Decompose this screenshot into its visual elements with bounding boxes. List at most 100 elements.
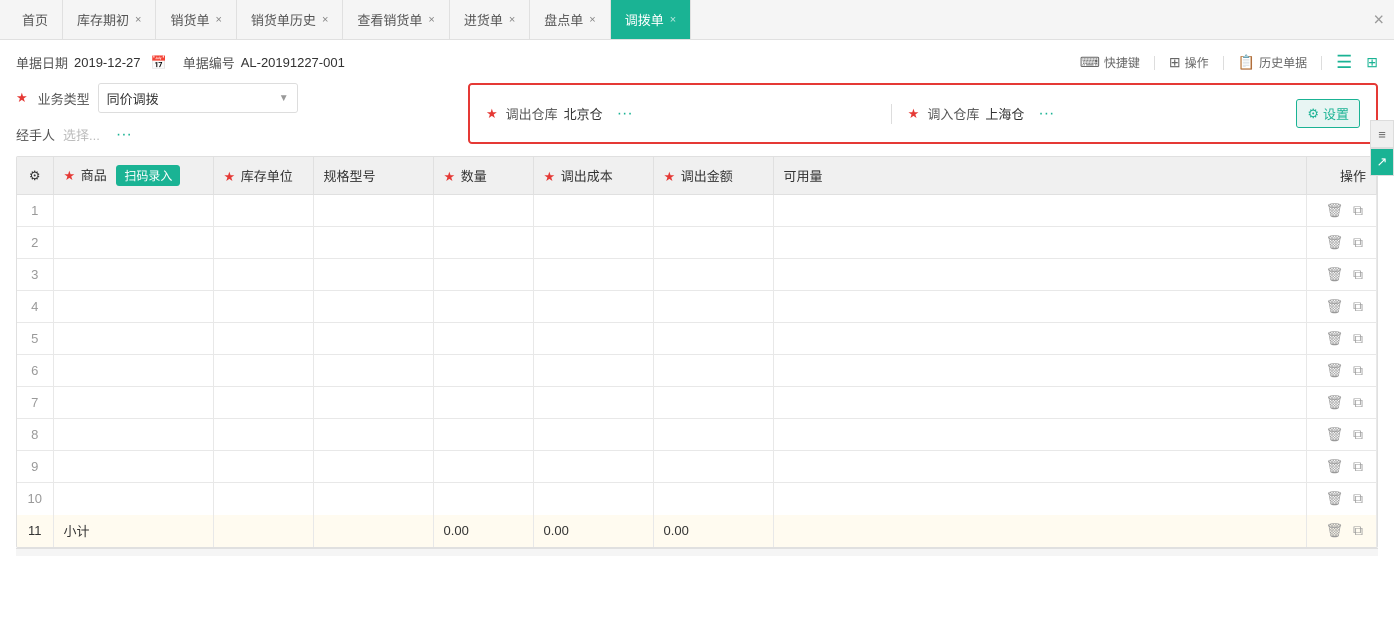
operations-button[interactable]: ⊞ 操作 xyxy=(1169,54,1209,71)
cost-cell[interactable] xyxy=(533,451,653,483)
available-cell[interactable] xyxy=(773,483,1307,515)
cost-cell[interactable] xyxy=(533,259,653,291)
qty-cell[interactable] xyxy=(433,291,533,323)
copy-icon[interactable]: ⧉ xyxy=(1353,522,1363,538)
out-warehouse-value[interactable]: 北京仓 xyxy=(564,104,603,123)
in-warehouse-value[interactable]: 上海仓 xyxy=(985,104,1024,123)
amount-cell[interactable] xyxy=(653,291,773,323)
copy-row-icon[interactable]: ⧉ xyxy=(1353,362,1363,378)
unit-cell[interactable] xyxy=(213,387,313,419)
qty-cell[interactable] xyxy=(433,227,533,259)
copy-row-icon[interactable]: ⧉ xyxy=(1353,458,1363,474)
available-cell[interactable] xyxy=(773,419,1307,451)
qty-cell[interactable] xyxy=(433,451,533,483)
person-more-icon[interactable]: ··· xyxy=(116,126,132,144)
unit-cell[interactable] xyxy=(213,483,313,515)
tab-inventory-init[interactable]: 库存期初 × xyxy=(63,0,156,39)
spec-cell[interactable] xyxy=(313,227,433,259)
delete-row-icon[interactable]: 🗑 xyxy=(1326,362,1344,378)
in-warehouse-more-icon[interactable]: ··· xyxy=(1038,105,1054,123)
spec-cell[interactable] xyxy=(313,195,433,227)
delete-icon[interactable]: 🗑 xyxy=(1326,522,1344,538)
amount-cell[interactable] xyxy=(653,355,773,387)
tab-sales-history[interactable]: 销货单历史 × xyxy=(237,0,343,39)
available-cell[interactable] xyxy=(773,387,1307,419)
close-icon[interactable]: × xyxy=(509,14,515,26)
copy-row-icon[interactable]: ⧉ xyxy=(1353,298,1363,314)
spec-cell[interactable] xyxy=(313,323,433,355)
spec-cell[interactable] xyxy=(313,387,433,419)
copy-row-icon[interactable]: ⧉ xyxy=(1353,234,1363,250)
delete-row-icon[interactable]: 🗑 xyxy=(1326,202,1344,218)
cost-cell[interactable] xyxy=(533,195,653,227)
copy-row-icon[interactable]: ⧉ xyxy=(1353,266,1363,282)
unit-cell[interactable] xyxy=(213,451,313,483)
qty-cell[interactable] xyxy=(433,483,533,515)
person-input[interactable]: 选择... xyxy=(63,125,100,144)
tab-sales-order[interactable]: 销货单 × xyxy=(156,0,236,39)
available-cell[interactable] xyxy=(773,195,1307,227)
close-icon[interactable]: × xyxy=(135,14,141,26)
unit-cell[interactable] xyxy=(213,419,313,451)
qty-cell[interactable] xyxy=(433,355,533,387)
calendar-icon[interactable]: 📅 xyxy=(151,55,167,71)
spec-cell[interactable] xyxy=(313,259,433,291)
cost-cell[interactable] xyxy=(533,323,653,355)
copy-row-icon[interactable]: ⧉ xyxy=(1353,490,1363,506)
window-close-button[interactable]: × xyxy=(1373,9,1384,30)
unit-cell[interactable] xyxy=(213,291,313,323)
out-warehouse-more-icon[interactable]: ··· xyxy=(617,105,633,123)
product-cell[interactable] xyxy=(53,387,213,419)
product-cell[interactable] xyxy=(53,259,213,291)
delete-row-icon[interactable]: 🗑 xyxy=(1326,234,1344,250)
unit-cell[interactable] xyxy=(213,323,313,355)
tab-stocktake[interactable]: 盘点单 × xyxy=(530,0,610,39)
copy-row-icon[interactable]: ⧉ xyxy=(1353,202,1363,218)
gear-icon[interactable]: ⚙ xyxy=(29,168,41,183)
tab-view-sales[interactable]: 查看销货单 × xyxy=(343,0,449,39)
qty-cell[interactable] xyxy=(433,323,533,355)
close-icon[interactable]: × xyxy=(589,14,595,26)
doc-date-value[interactable]: 2019-12-27 xyxy=(74,55,141,70)
tab-purchase[interactable]: 进货单 × xyxy=(450,0,530,39)
available-cell[interactable] xyxy=(773,355,1307,387)
product-cell[interactable] xyxy=(53,195,213,227)
horizontal-scrollbar[interactable] xyxy=(16,548,1378,556)
unit-cell[interactable] xyxy=(213,195,313,227)
close-icon-transfer[interactable]: × xyxy=(670,14,676,26)
amount-cell[interactable] xyxy=(653,227,773,259)
amount-cell[interactable] xyxy=(653,451,773,483)
unit-cell[interactable] xyxy=(213,355,313,387)
delete-row-icon[interactable]: 🗑 xyxy=(1326,266,1344,282)
tab-transfer[interactable]: 调拨单 × xyxy=(611,0,691,39)
close-icon[interactable]: × xyxy=(428,14,434,26)
available-cell[interactable] xyxy=(773,259,1307,291)
product-cell[interactable] xyxy=(53,291,213,323)
product-cell[interactable] xyxy=(53,483,213,515)
cost-cell[interactable] xyxy=(533,387,653,419)
columns-icon[interactable]: ⊞ xyxy=(1366,54,1378,71)
cost-cell[interactable] xyxy=(533,355,653,387)
delete-row-icon[interactable]: 🗑 xyxy=(1326,490,1344,506)
available-cell[interactable] xyxy=(773,291,1307,323)
scan-button[interactable]: 扫码录入 xyxy=(116,165,180,186)
delete-row-icon[interactable]: 🗑 xyxy=(1326,298,1344,314)
shortcuts-button[interactable]: ⌨ 快捷键 xyxy=(1080,54,1140,71)
col-gear[interactable]: ⚙ xyxy=(17,157,53,195)
qty-cell[interactable] xyxy=(433,419,533,451)
delete-row-icon[interactable]: 🗑 xyxy=(1326,426,1344,442)
amount-cell[interactable] xyxy=(653,419,773,451)
amount-cell[interactable] xyxy=(653,483,773,515)
product-cell[interactable] xyxy=(53,419,213,451)
product-cell[interactable] xyxy=(53,323,213,355)
product-cell[interactable] xyxy=(53,355,213,387)
spec-cell[interactable] xyxy=(313,355,433,387)
panel-expand-icon[interactable]: ↗ xyxy=(1370,148,1394,176)
copy-row-icon[interactable]: ⧉ xyxy=(1353,330,1363,346)
delete-row-icon[interactable]: 🗑 xyxy=(1326,458,1344,474)
product-cell[interactable] xyxy=(53,451,213,483)
close-icon[interactable]: × xyxy=(215,14,221,26)
delete-row-icon[interactable]: 🗑 xyxy=(1326,330,1344,346)
spec-cell[interactable] xyxy=(313,291,433,323)
tab-home[interactable]: 首页 xyxy=(8,0,63,39)
